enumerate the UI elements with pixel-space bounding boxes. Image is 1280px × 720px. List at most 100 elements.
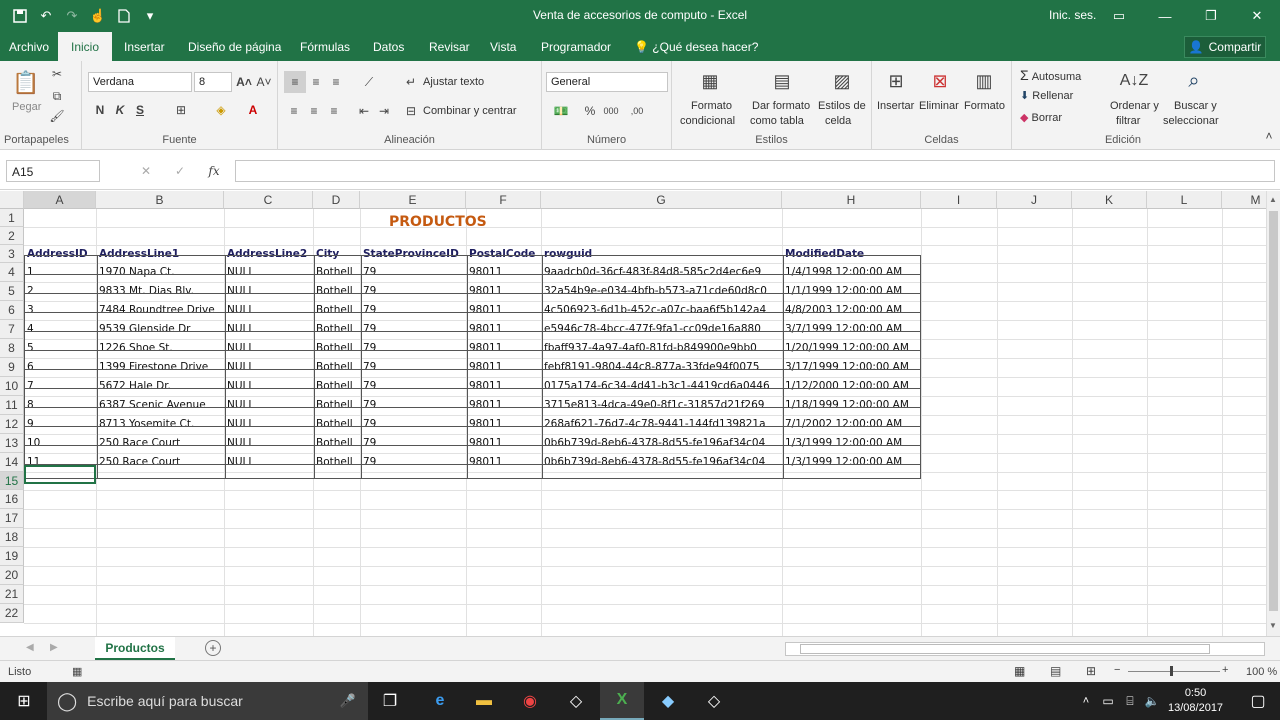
table-cell[interactable]: 0b6b739d-8eb6-4378-8d55-fe196af34c04 xyxy=(541,434,782,453)
clear-button[interactable]: ◆ Borrar xyxy=(1020,111,1062,124)
cell-styles-label-1[interactable]: Estilos de xyxy=(818,100,866,112)
table-cell[interactable]: 7484 Roundtree Drive xyxy=(96,301,224,320)
table-cell[interactable]: Bothell xyxy=(313,358,360,377)
insert-cells-icon[interactable]: ⊞ xyxy=(882,67,910,95)
file-explorer-icon[interactable]: ▬ xyxy=(462,682,506,720)
borders-icon[interactable]: ⊞ xyxy=(172,101,190,119)
table-cell[interactable]: 79 xyxy=(360,339,466,358)
orientation-icon[interactable]: ⟋ xyxy=(358,71,380,93)
tab-inicio[interactable]: Inicio xyxy=(58,32,113,61)
increase-decimal-button[interactable]: ,00 xyxy=(626,101,648,121)
app-icon-1[interactable]: ◇ xyxy=(554,682,598,720)
table-cell[interactable]: 79 xyxy=(360,396,466,415)
table-cell[interactable]: NULL xyxy=(224,396,313,415)
column-header-e[interactable]: E xyxy=(360,191,466,209)
format-table-icon[interactable]: ▤ xyxy=(768,67,796,95)
sign-in-link[interactable]: Inic. ses. xyxy=(1049,8,1096,22)
tray-expand-icon[interactable]: ˄ xyxy=(1076,682,1096,720)
wrap-text-icon[interactable]: ↵ xyxy=(402,71,420,93)
table-cell[interactable]: 9833 Mt. Dias Blv. xyxy=(96,282,224,301)
percent-button[interactable]: % xyxy=(582,101,598,121)
scroll-down-icon[interactable]: ▼ xyxy=(1269,621,1278,630)
table-cell[interactable]: NULL xyxy=(224,358,313,377)
notification-icon[interactable]: ▢ xyxy=(1236,682,1280,720)
zoom-slider[interactable] xyxy=(1128,671,1220,672)
table-cell[interactable]: Bothell xyxy=(313,434,360,453)
row-header-21[interactable]: 21 xyxy=(0,585,24,604)
row-header-7[interactable]: 7 xyxy=(0,320,24,339)
delete-cells-icon[interactable]: ⊠ xyxy=(926,67,954,95)
table-cell[interactable]: 1 xyxy=(24,263,96,282)
table-cell[interactable]: NULL xyxy=(224,415,313,434)
table-cell[interactable]: 32a54b9e-e034-4bfb-b573-a71cde60d8c0 xyxy=(541,282,782,301)
align-center-icon[interactable]: ≡ xyxy=(304,101,324,121)
table-cell[interactable]: Bothell xyxy=(313,320,360,339)
microphone-icon[interactable]: 🎤 xyxy=(340,693,356,709)
table-cell[interactable]: Bothell xyxy=(313,263,360,282)
table-cell[interactable]: 98011 xyxy=(466,453,541,472)
column-header-g[interactable]: G xyxy=(541,191,782,209)
tab-revisar[interactable]: Revisar xyxy=(429,40,470,54)
table-cell[interactable]: 98011 xyxy=(466,415,541,434)
table-cell[interactable]: 3 xyxy=(24,301,96,320)
wrap-text-label[interactable]: Ajustar texto xyxy=(423,76,484,88)
table-header-cell[interactable]: ModifiedDate xyxy=(782,245,921,263)
table-header-cell[interactable]: AddressLine2 xyxy=(224,245,313,263)
column-header-d[interactable]: D xyxy=(313,191,360,209)
increase-font-icon[interactable]: A˄ xyxy=(236,73,252,91)
number-format-combo[interactable]: General xyxy=(546,72,668,92)
row-header-2[interactable]: 2 xyxy=(0,227,24,245)
table-cell[interactable]: 3715e813-4dca-49e0-8f1c-31857d21f269 xyxy=(541,396,782,415)
autosum-button[interactable]: Σ Autosuma xyxy=(1020,67,1081,83)
table-cell[interactable]: 98011 xyxy=(466,339,541,358)
table-cell[interactable]: NULL xyxy=(224,263,313,282)
align-left-icon[interactable]: ≡ xyxy=(284,101,304,121)
table-cell[interactable]: 4c506923-6d1b-452c-a07c-baa6f5b142a4 xyxy=(541,301,782,320)
table-cell[interactable]: 1399 Firestone Drive xyxy=(96,358,224,377)
table-cell[interactable]: 1/20/1999 12:00:00 AM xyxy=(782,339,921,358)
table-cell[interactable]: 8 xyxy=(24,396,96,415)
fill-button[interactable]: ⬇ Rellenar xyxy=(1020,89,1073,102)
row-header-6[interactable]: 6 xyxy=(0,301,24,320)
task-view-icon[interactable]: ❐ xyxy=(368,682,412,720)
align-top-icon[interactable]: ≡ xyxy=(284,71,306,93)
vertical-scrollbar[interactable]: ▲ ▼ xyxy=(1266,191,1280,636)
find-select-label-2[interactable]: seleccionar xyxy=(1163,115,1219,127)
tab-archivo[interactable]: Archivo xyxy=(9,40,49,54)
table-cell[interactable]: 98011 xyxy=(466,301,541,320)
table-header-cell[interactable]: PostalCode xyxy=(466,245,541,263)
table-header-cell[interactable]: rowguid xyxy=(541,245,782,263)
table-cell[interactable]: NULL xyxy=(224,320,313,339)
table-cell[interactable]: 98011 xyxy=(466,434,541,453)
decrease-font-icon[interactable]: A˅ xyxy=(256,73,272,91)
table-cell[interactable]: Bothell xyxy=(313,282,360,301)
insert-function-icon[interactable]: fx xyxy=(204,162,224,180)
column-header-c[interactable]: C xyxy=(224,191,313,209)
tab-vista[interactable]: Vista xyxy=(490,40,516,54)
cell-styles-icon[interactable]: ▨ xyxy=(828,67,856,95)
table-cell[interactable]: 1/3/1999 12:00:00 AM xyxy=(782,453,921,472)
table-cell[interactable]: 98011 xyxy=(466,396,541,415)
align-right-icon[interactable]: ≡ xyxy=(324,101,344,121)
table-cell[interactable]: 79 xyxy=(360,358,466,377)
tab-insertar[interactable]: Insertar xyxy=(124,40,165,54)
tab-formulas[interactable]: Fórmulas xyxy=(300,40,350,54)
excel-taskbar-icon[interactable]: X xyxy=(600,682,644,720)
italic-button[interactable]: K xyxy=(112,101,128,119)
table-cell[interactable]: NULL xyxy=(224,453,313,472)
thousands-button[interactable]: 000 xyxy=(600,101,622,121)
scroll-up-icon[interactable]: ▲ xyxy=(1269,195,1278,204)
table-header-cell[interactable]: StateProvinceID xyxy=(360,245,466,263)
next-sheet-icon[interactable]: ▶ xyxy=(50,642,58,653)
row-header-16[interactable]: 16 xyxy=(0,490,24,509)
table-cell[interactable]: 98011 xyxy=(466,320,541,339)
share-button[interactable]: 👤 Compartir xyxy=(1184,36,1266,58)
table-cell[interactable]: 79 xyxy=(360,377,466,396)
merge-center-icon[interactable]: ⊟ xyxy=(402,101,420,121)
sheet-tab-productos[interactable]: Productos xyxy=(95,637,175,661)
tell-me-box[interactable]: 💡 ¿Qué desea hacer? xyxy=(634,40,758,54)
table-cell[interactable]: Bothell xyxy=(313,453,360,472)
table-cell[interactable]: 2 xyxy=(24,282,96,301)
tab-programador[interactable]: Programador xyxy=(541,40,611,54)
table-cell[interactable]: e5946c78-4bcc-477f-9fa1-cc09de16a880 xyxy=(541,320,782,339)
